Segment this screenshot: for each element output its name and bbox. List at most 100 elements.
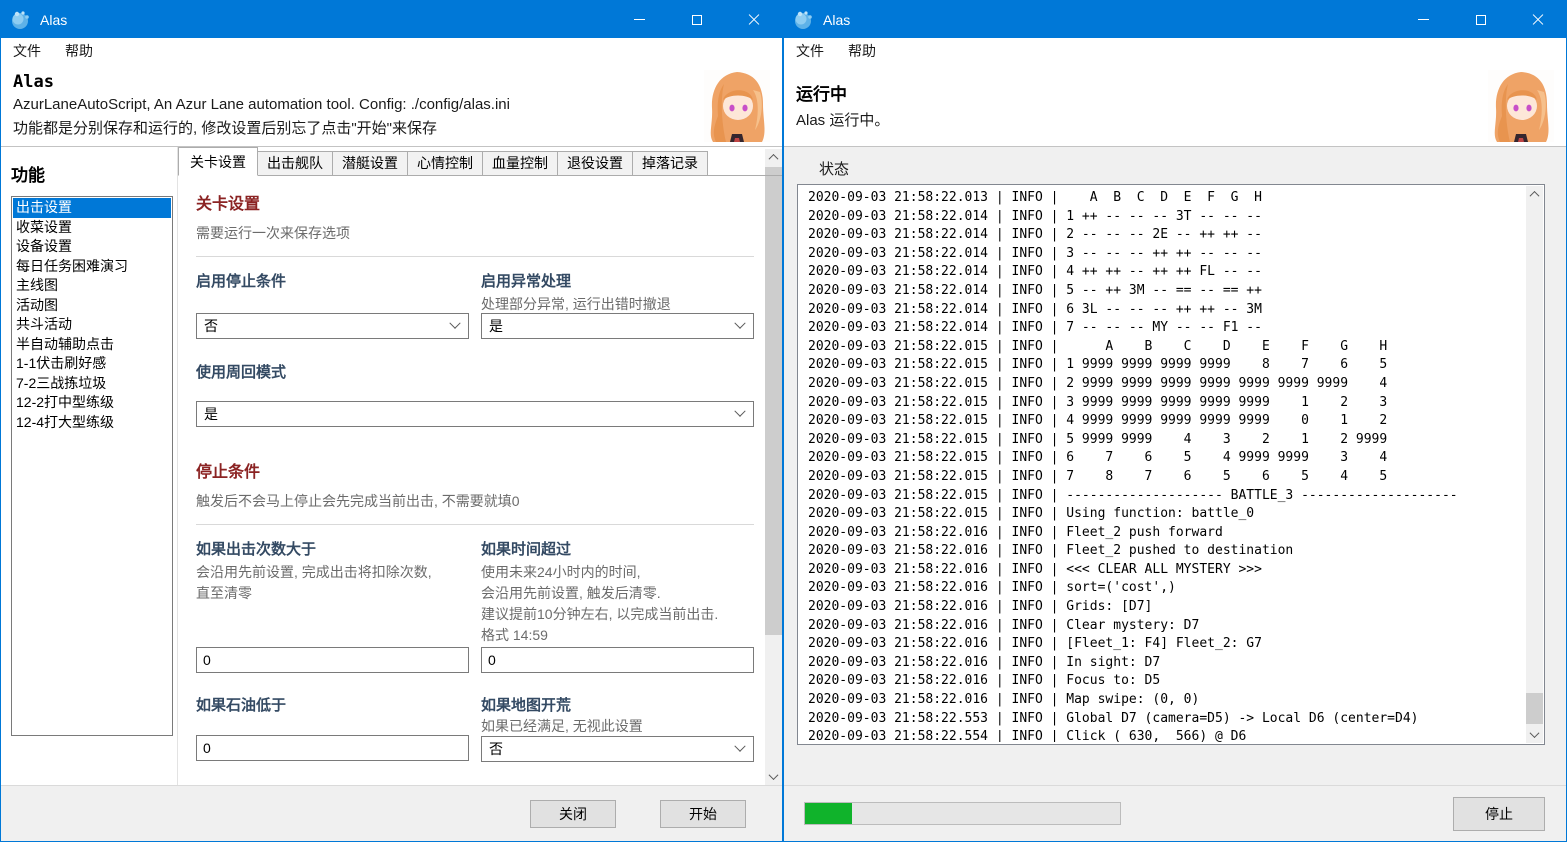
select-if-map-clear[interactable]: 否	[481, 736, 754, 762]
avatar-image	[1488, 70, 1554, 142]
close-icon	[748, 14, 760, 26]
function-list-item[interactable]: 12-2打中型练级	[13, 393, 171, 413]
menu-item-file[interactable]: 文件	[794, 39, 826, 63]
input-if-count-greater[interactable]	[196, 647, 469, 673]
field-if-map-clear: 如果地图开荒 如果已经满足, 无视此设置 否	[481, 694, 754, 762]
settings-tab[interactable]: 关卡设置	[178, 147, 258, 176]
divider	[196, 524, 754, 525]
function-list-item[interactable]: 主线图	[13, 276, 171, 296]
runner-body: 状态 2020-09-03 21:58:22.013 | INFO | A B …	[784, 147, 1566, 785]
settings-form: 关卡设置 需要运行一次来保存选项 启用停止条件 否 启用异常处理 处理部分异常,…	[178, 176, 754, 785]
stop-section-desc: 触发后不会马上停止会先完成当前出击, 不需要就填0	[196, 493, 520, 509]
function-list-item[interactable]: 半自动辅助点击	[13, 335, 171, 355]
label-enable-exception: 启用异常处理	[481, 273, 572, 290]
titlebar[interactable]: Alas	[1, 1, 782, 38]
settings-tab[interactable]: 血量控制	[482, 151, 558, 175]
function-list-item[interactable]: 7-2三战拣垃圾	[13, 374, 171, 394]
label-if-emotion: 如果触发心情控制	[196, 782, 754, 785]
settings-tab[interactable]: 潜艇设置	[332, 151, 408, 175]
log-output: 2020-09-03 21:58:22.013 | INFO | A B C D…	[808, 190, 1458, 742]
settings-bottom-bar: 关闭 开始	[1, 785, 782, 841]
menubar: 文件 帮助	[784, 38, 1566, 64]
input-if-oil-lower[interactable]	[196, 735, 469, 761]
function-list[interactable]: 出击设置 收菜设置 设备设置 每日任务困难演习 主线图 活动图 共斗活动 半自动辅助点击 1-1…	[11, 196, 173, 736]
chevron-down-icon	[1529, 728, 1540, 739]
menu-item-file[interactable]: 文件	[11, 39, 43, 63]
select-clear-mode-value: 是	[204, 406, 218, 422]
scrollbar-thumb[interactable]	[765, 167, 782, 635]
screen: Alas 文件 帮助 Alas AzurLaneAutoScript, An A…	[0, 0, 1567, 842]
select-clear-mode[interactable]: 是	[196, 401, 754, 427]
chevron-down-icon	[449, 317, 461, 329]
stop-button[interactable]: 停止	[1453, 796, 1545, 831]
select-enable-stop-value: 否	[204, 318, 218, 334]
settings-tab[interactable]: 心情控制	[407, 151, 483, 175]
minimize-button[interactable]	[611, 1, 668, 38]
field-if-count: 如果出击次数大于 会沿用先前设置, 完成出击将扣除次数, 直至清零	[196, 538, 469, 673]
input-if-time-reach[interactable]	[481, 647, 754, 673]
close-button[interactable]	[725, 1, 782, 38]
window-controls	[1395, 1, 1566, 38]
content-scrollbar[interactable]	[765, 149, 782, 785]
label-enable-stop-condition: 启用停止条件	[196, 273, 287, 290]
log-scrollbar[interactable]	[1526, 186, 1543, 743]
field-enable-stop: 启用停止条件 否	[196, 270, 469, 339]
divider	[196, 256, 754, 257]
chevron-down-icon	[734, 405, 746, 417]
label-if-count-greater: 如果出击次数大于	[196, 541, 317, 558]
maximize-icon	[691, 14, 702, 25]
settings-tab[interactable]: 出击舰队	[257, 151, 333, 175]
page-header: 运行中 Alas 运行中。	[784, 64, 1566, 147]
minimize-icon	[634, 19, 645, 20]
select-enable-exception[interactable]: 是	[481, 313, 754, 339]
function-list-item[interactable]: 出击设置	[13, 198, 171, 218]
close-icon	[1532, 14, 1544, 26]
start-button[interactable]: 开始	[660, 799, 746, 828]
progress-bar	[804, 802, 1121, 825]
scroll-down-button[interactable]	[765, 768, 782, 785]
field-if-time: 如果时间超过 使用未来24小时内的时间, 会沿用先前设置, 触发后清零. 建议提…	[481, 538, 754, 673]
function-list-item[interactable]: 共斗活动	[13, 315, 171, 335]
header-subtitle: AzurLaneAutoScript, An Azur Lane automat…	[13, 96, 510, 113]
close-dialog-button[interactable]: 关闭	[530, 799, 616, 828]
sidebar: 功能 出击设置 收菜设置 设备设置 每日任务困难演习 主线图 活动图 共斗活动 半自动辅助点击…	[1, 147, 177, 785]
function-list-item[interactable]: 12-4打大型练级	[13, 413, 171, 433]
field-enable-exception-head: 启用异常处理 处理部分异常, 运行出错时撤退	[481, 270, 754, 313]
minimize-icon	[1418, 19, 1429, 20]
row-oil-map: 如果石油低于 如果地图开荒 如果已经满足, 无视此设置 否	[196, 694, 754, 762]
function-list-item[interactable]: 活动图	[13, 296, 171, 316]
settings-tab[interactable]: 退役设置	[557, 151, 633, 175]
settings-content: 关卡设置 出击舰队 潜艇设置 心情控制 血量控制 退役设置 掉落记录 关卡设置 需要运行一次…	[177, 147, 782, 785]
function-list-item[interactable]: 收菜设置	[13, 218, 171, 238]
window-title: Alas	[40, 11, 68, 28]
maximize-button[interactable]	[668, 1, 725, 38]
menu-item-help[interactable]: 帮助	[63, 39, 95, 63]
menu-item-help[interactable]: 帮助	[846, 39, 878, 63]
close-button[interactable]	[1509, 1, 1566, 38]
settings-window: Alas 文件 帮助 Alas AzurLaneAutoScript, An A…	[0, 0, 783, 842]
function-list-item[interactable]: 1-1伏击刷好感	[13, 354, 171, 374]
alas-logo-icon	[795, 10, 812, 29]
settings-tab[interactable]: 掉落记录	[632, 151, 708, 175]
header-status-line: Alas 运行中。	[796, 112, 890, 129]
sidebar-heading: 功能	[11, 166, 45, 185]
minimize-button[interactable]	[1395, 1, 1452, 38]
desc-if-time-reach: 使用未来24小时内的时间, 会沿用先前设置, 触发后清零. 建议提前10分钟左右…	[481, 564, 719, 643]
status-label: 状态	[819, 161, 850, 178]
function-list-item[interactable]: 设备设置	[13, 237, 171, 257]
settings-tabs: 关卡设置 出击舰队 潜艇设置 心情控制 血量控制 退役设置 掉落记录	[178, 147, 782, 176]
scroll-up-button[interactable]	[1526, 186, 1543, 203]
scrollbar-thumb[interactable]	[1526, 693, 1543, 724]
field-if-oil: 如果石油低于	[196, 694, 469, 762]
chevron-down-icon	[734, 740, 746, 752]
function-list-item[interactable]: 每日任务困难演习	[13, 257, 171, 277]
label-if-map-clear: 如果地图开荒	[481, 697, 572, 714]
header-text: Alas AzurLaneAutoScript, An Azur Lane au…	[13, 70, 704, 142]
header-title: Alas	[13, 72, 54, 92]
row-count-time: 如果出击次数大于 会沿用先前设置, 完成出击将扣除次数, 直至清零 如果时间超过…	[196, 538, 754, 673]
maximize-button[interactable]	[1452, 1, 1509, 38]
titlebar[interactable]: Alas	[784, 1, 1566, 38]
select-enable-stop-condition[interactable]: 否	[196, 313, 469, 339]
scroll-down-button[interactable]	[1526, 726, 1543, 743]
